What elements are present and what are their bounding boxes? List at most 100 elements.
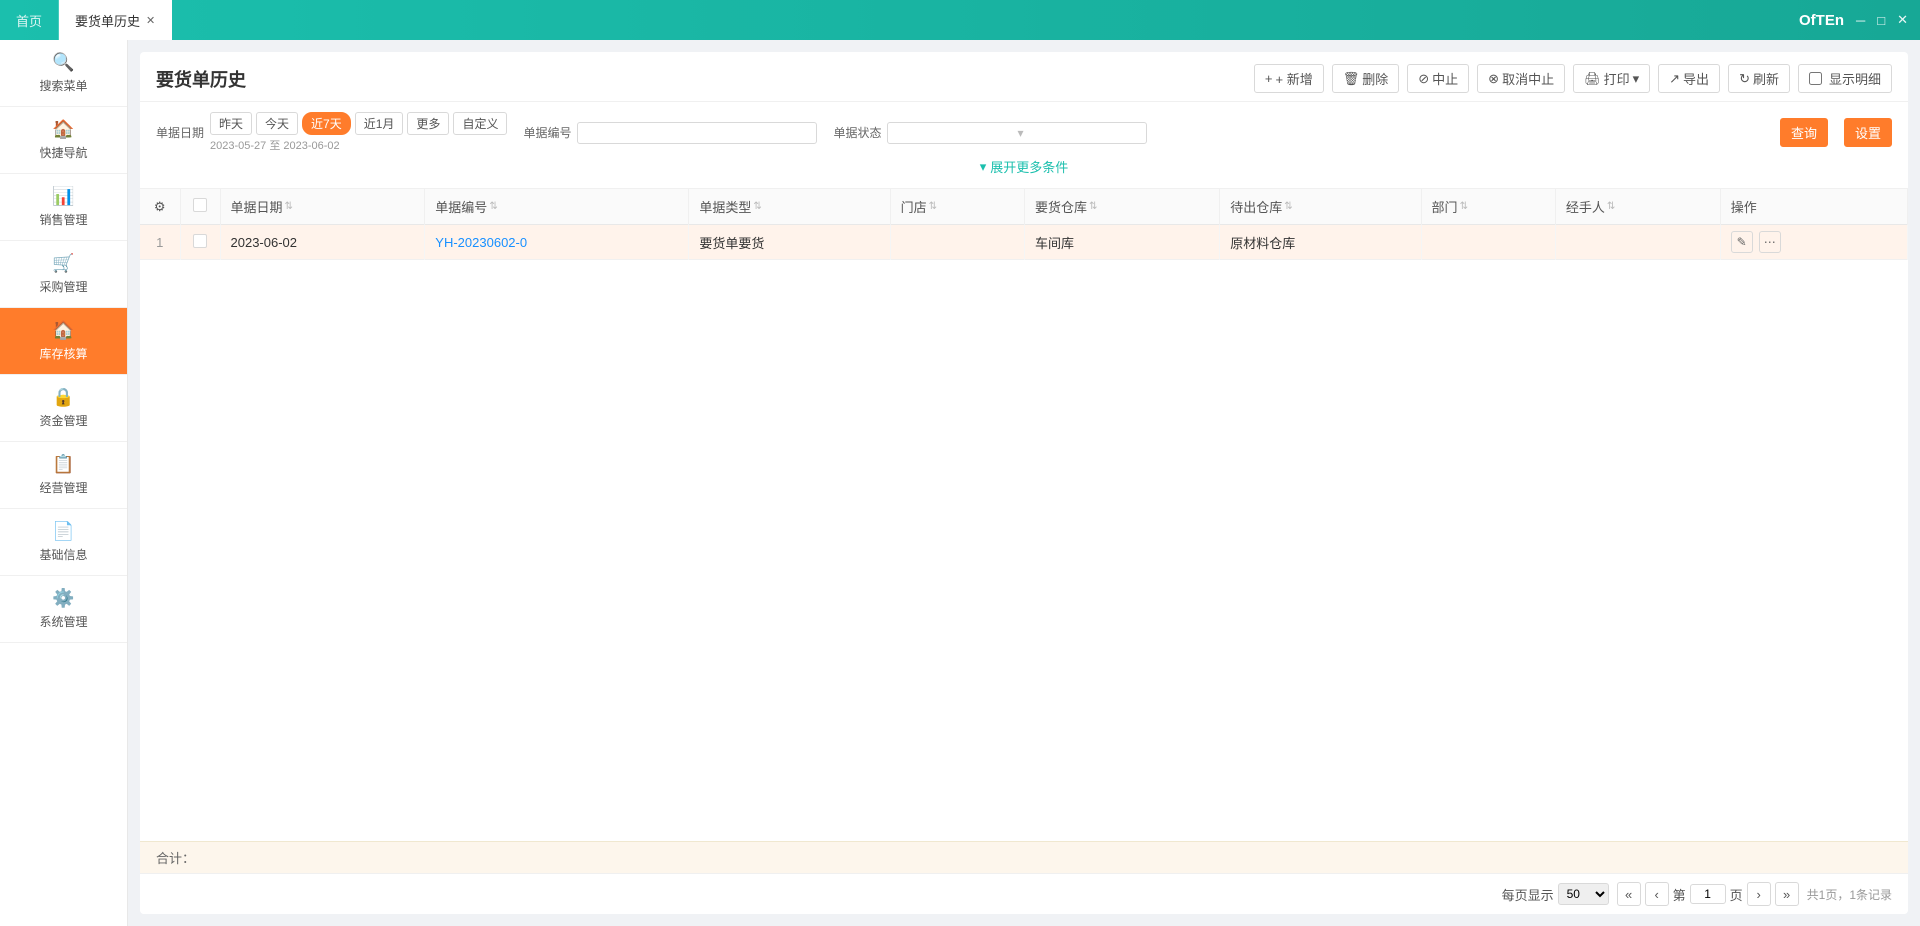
col-req-warehouse-sort-icon[interactable]: ⇅ xyxy=(1089,201,1097,212)
settings-filter-label: 设置 xyxy=(1855,123,1881,142)
col-handler-label: 经手人 xyxy=(1566,197,1605,216)
expand-button[interactable]: ▾ 展开更多条件 xyxy=(980,157,1069,176)
date-btn-7days[interactable]: 近7天 xyxy=(302,112,351,135)
filter-row: 单据日期 昨天 今天 近7天 近1月 更多 自定义 2023-05-27 至 2… xyxy=(156,112,1892,153)
status-label: 单据状态 xyxy=(833,124,881,141)
page-nav: « ‹ 第 页 › » xyxy=(1617,882,1799,906)
sidebar-item-basic-info[interactable]: 📄 基础信息 xyxy=(0,509,127,576)
sidebar-item-purchase[interactable]: 🛒 采购管理 xyxy=(0,241,127,308)
row-doc-type: 要货单要货 xyxy=(689,225,890,260)
refresh-button[interactable]: ↻ 刷新 xyxy=(1728,64,1790,93)
last-page-button[interactable]: » xyxy=(1775,882,1799,906)
col-store-label: 门店 xyxy=(901,197,927,216)
col-store-sort-icon[interactable]: ⇅ xyxy=(929,201,937,212)
print-dropdown-icon: ▾ xyxy=(1633,71,1640,87)
first-page-button[interactable]: « xyxy=(1617,882,1641,906)
content-area: 要货单历史 + + 新增 🗑 删除 ⊘ 中止 ⊗ xyxy=(128,40,1920,926)
sidebar-label-basic-info: 基础信息 xyxy=(39,546,87,563)
window-max-icon[interactable]: □ xyxy=(1877,13,1885,28)
cancel-stop-button[interactable]: ⊗ 取消中止 xyxy=(1477,64,1565,93)
col-doc-type-label: 单据类型 xyxy=(699,197,751,216)
display-cell-label: 显示明细 xyxy=(1829,69,1881,88)
prev-page-button[interactable]: ‹ xyxy=(1645,882,1669,906)
sidebar-item-finance[interactable]: 🔒 资金管理 xyxy=(0,375,127,442)
sales-icon: 📊 xyxy=(52,186,74,207)
sidebar-label-inventory: 库存核算 xyxy=(39,345,87,362)
pagination-bar: 每页显示 10 20 50 100 « ‹ 第 页 › » xyxy=(140,873,1908,914)
tab-home[interactable]: 首页 xyxy=(0,0,59,40)
basic-info-icon: 📄 xyxy=(52,521,74,542)
page-size-select[interactable]: 10 20 50 100 xyxy=(1558,883,1609,905)
col-doc-no: 单据编号 ⇅ xyxy=(425,189,689,225)
date-btn-yesterday[interactable]: 昨天 xyxy=(210,112,252,135)
doc-number-filter: 单据编号 xyxy=(523,122,817,144)
sidebar-item-quicknav[interactable]: 🏠 快捷导航 xyxy=(0,107,127,174)
row-pending-warehouse: 原材料仓库 xyxy=(1220,225,1421,260)
date-btn-more[interactable]: 更多 xyxy=(407,112,449,135)
sidebar-label-purchase: 采购管理 xyxy=(39,278,87,295)
add-label: + 新增 xyxy=(1275,69,1312,88)
operations-icon: 📋 xyxy=(52,454,74,475)
col-pending-warehouse: 待出仓库 ⇅ xyxy=(1220,189,1421,225)
col-date-sort-icon[interactable]: ⇅ xyxy=(285,201,293,212)
header-checkbox[interactable] xyxy=(193,198,207,212)
col-handler-sort-icon[interactable]: ⇅ xyxy=(1607,201,1615,212)
settings-filter-button[interactable]: 设置 xyxy=(1844,118,1892,147)
status-select[interactable]: ▾ xyxy=(887,122,1147,144)
sidebar-item-search[interactable]: 🔍 搜索菜单 xyxy=(0,40,127,107)
total-label: 合计： xyxy=(156,848,195,867)
date-range-text: 2023-05-27 至 2023-06-02 xyxy=(210,137,507,153)
window-min-icon[interactable]: ─ xyxy=(1856,13,1865,28)
display-cell-checkbox[interactable] xyxy=(1809,72,1822,85)
doc-no-link[interactable]: YH-20230602-0 xyxy=(435,235,527,250)
op-more-icon[interactable]: ⋯ xyxy=(1759,231,1781,253)
tab-requisition-history[interactable]: 要货单历史 ✕ xyxy=(59,0,172,40)
sidebar-item-sales[interactable]: 📊 销售管理 xyxy=(0,174,127,241)
delete-button[interactable]: 🗑 删除 xyxy=(1332,64,1400,93)
page-input[interactable] xyxy=(1690,884,1726,904)
sidebar-item-inventory[interactable]: 🏠 库存核算 xyxy=(0,308,127,375)
sidebar-label-search: 搜索菜单 xyxy=(39,77,87,94)
sidebar-label-quicknav: 快捷导航 xyxy=(39,144,87,161)
search-icon: 🔍 xyxy=(52,52,74,73)
page-size-label: 每页显示 xyxy=(1502,885,1554,904)
row-checkbox-input[interactable] xyxy=(193,234,207,248)
window-close-icon[interactable]: ✕ xyxy=(1897,12,1908,28)
page-card: 要货单历史 + + 新增 🗑 删除 ⊘ 中止 ⊗ xyxy=(140,52,1908,914)
col-doc-no-sort-icon[interactable]: ⇅ xyxy=(489,201,497,212)
date-btn-today[interactable]: 今天 xyxy=(256,112,298,135)
table-header-row: ⚙ 单据日期 ⇅ xyxy=(140,189,1908,225)
sidebar-label-finance: 资金管理 xyxy=(39,412,87,429)
main-layout: 🔍 搜索菜单 🏠 快捷导航 📊 销售管理 🛒 采购管理 🏠 库存核算 🔒 资金管… xyxy=(0,40,1920,926)
add-icon: + xyxy=(1265,71,1273,86)
print-button[interactable]: 🖨 打印 ▾ xyxy=(1573,64,1650,93)
finance-icon: 🔒 xyxy=(52,387,74,408)
row-date: 2023-06-02 xyxy=(220,225,425,260)
table-row: 1 2023-06-02 YH-20230602-0 要货单要货 车间库 原材料… xyxy=(140,225,1908,260)
col-settings[interactable]: ⚙ xyxy=(140,189,180,225)
doc-number-input[interactable] xyxy=(577,122,817,144)
page-label: 第 xyxy=(1673,885,1686,904)
export-button[interactable]: ↗ 导出 xyxy=(1658,64,1720,93)
export-icon: ↗ xyxy=(1669,71,1680,87)
next-page-button[interactable]: › xyxy=(1747,882,1771,906)
sidebar-label-system: 系统管理 xyxy=(39,613,87,630)
col-doc-type-sort-icon[interactable]: ⇅ xyxy=(753,201,761,212)
expand-row: ▾ 展开更多条件 xyxy=(156,153,1892,182)
status-dropdown-icon: ▾ xyxy=(1017,126,1138,140)
query-button[interactable]: 查询 xyxy=(1780,118,1828,147)
col-pending-warehouse-sort-icon[interactable]: ⇅ xyxy=(1284,201,1292,212)
stop-button[interactable]: ⊘ 中止 xyxy=(1407,64,1469,93)
col-req-warehouse: 要货仓库 ⇅ xyxy=(1025,189,1220,225)
top-bar: 首页 要货单历史 ✕ OfTEn ─ □ ✕ xyxy=(0,0,1920,40)
sidebar-item-operations[interactable]: 📋 经营管理 xyxy=(0,442,127,509)
col-req-warehouse-label: 要货仓库 xyxy=(1035,197,1087,216)
date-btn-custom[interactable]: 自定义 xyxy=(453,112,507,135)
display-cell-button[interactable]: 显示明细 xyxy=(1798,64,1892,93)
add-button[interactable]: + + 新增 xyxy=(1254,64,1324,93)
date-btn-1month[interactable]: 近1月 xyxy=(355,112,404,135)
sidebar-item-system[interactable]: ⚙️ 系统管理 xyxy=(0,576,127,643)
col-department-sort-icon[interactable]: ⇅ xyxy=(1460,201,1468,212)
tab-close-icon[interactable]: ✕ xyxy=(146,14,155,27)
op-edit-icon[interactable]: ✎ xyxy=(1731,231,1753,253)
